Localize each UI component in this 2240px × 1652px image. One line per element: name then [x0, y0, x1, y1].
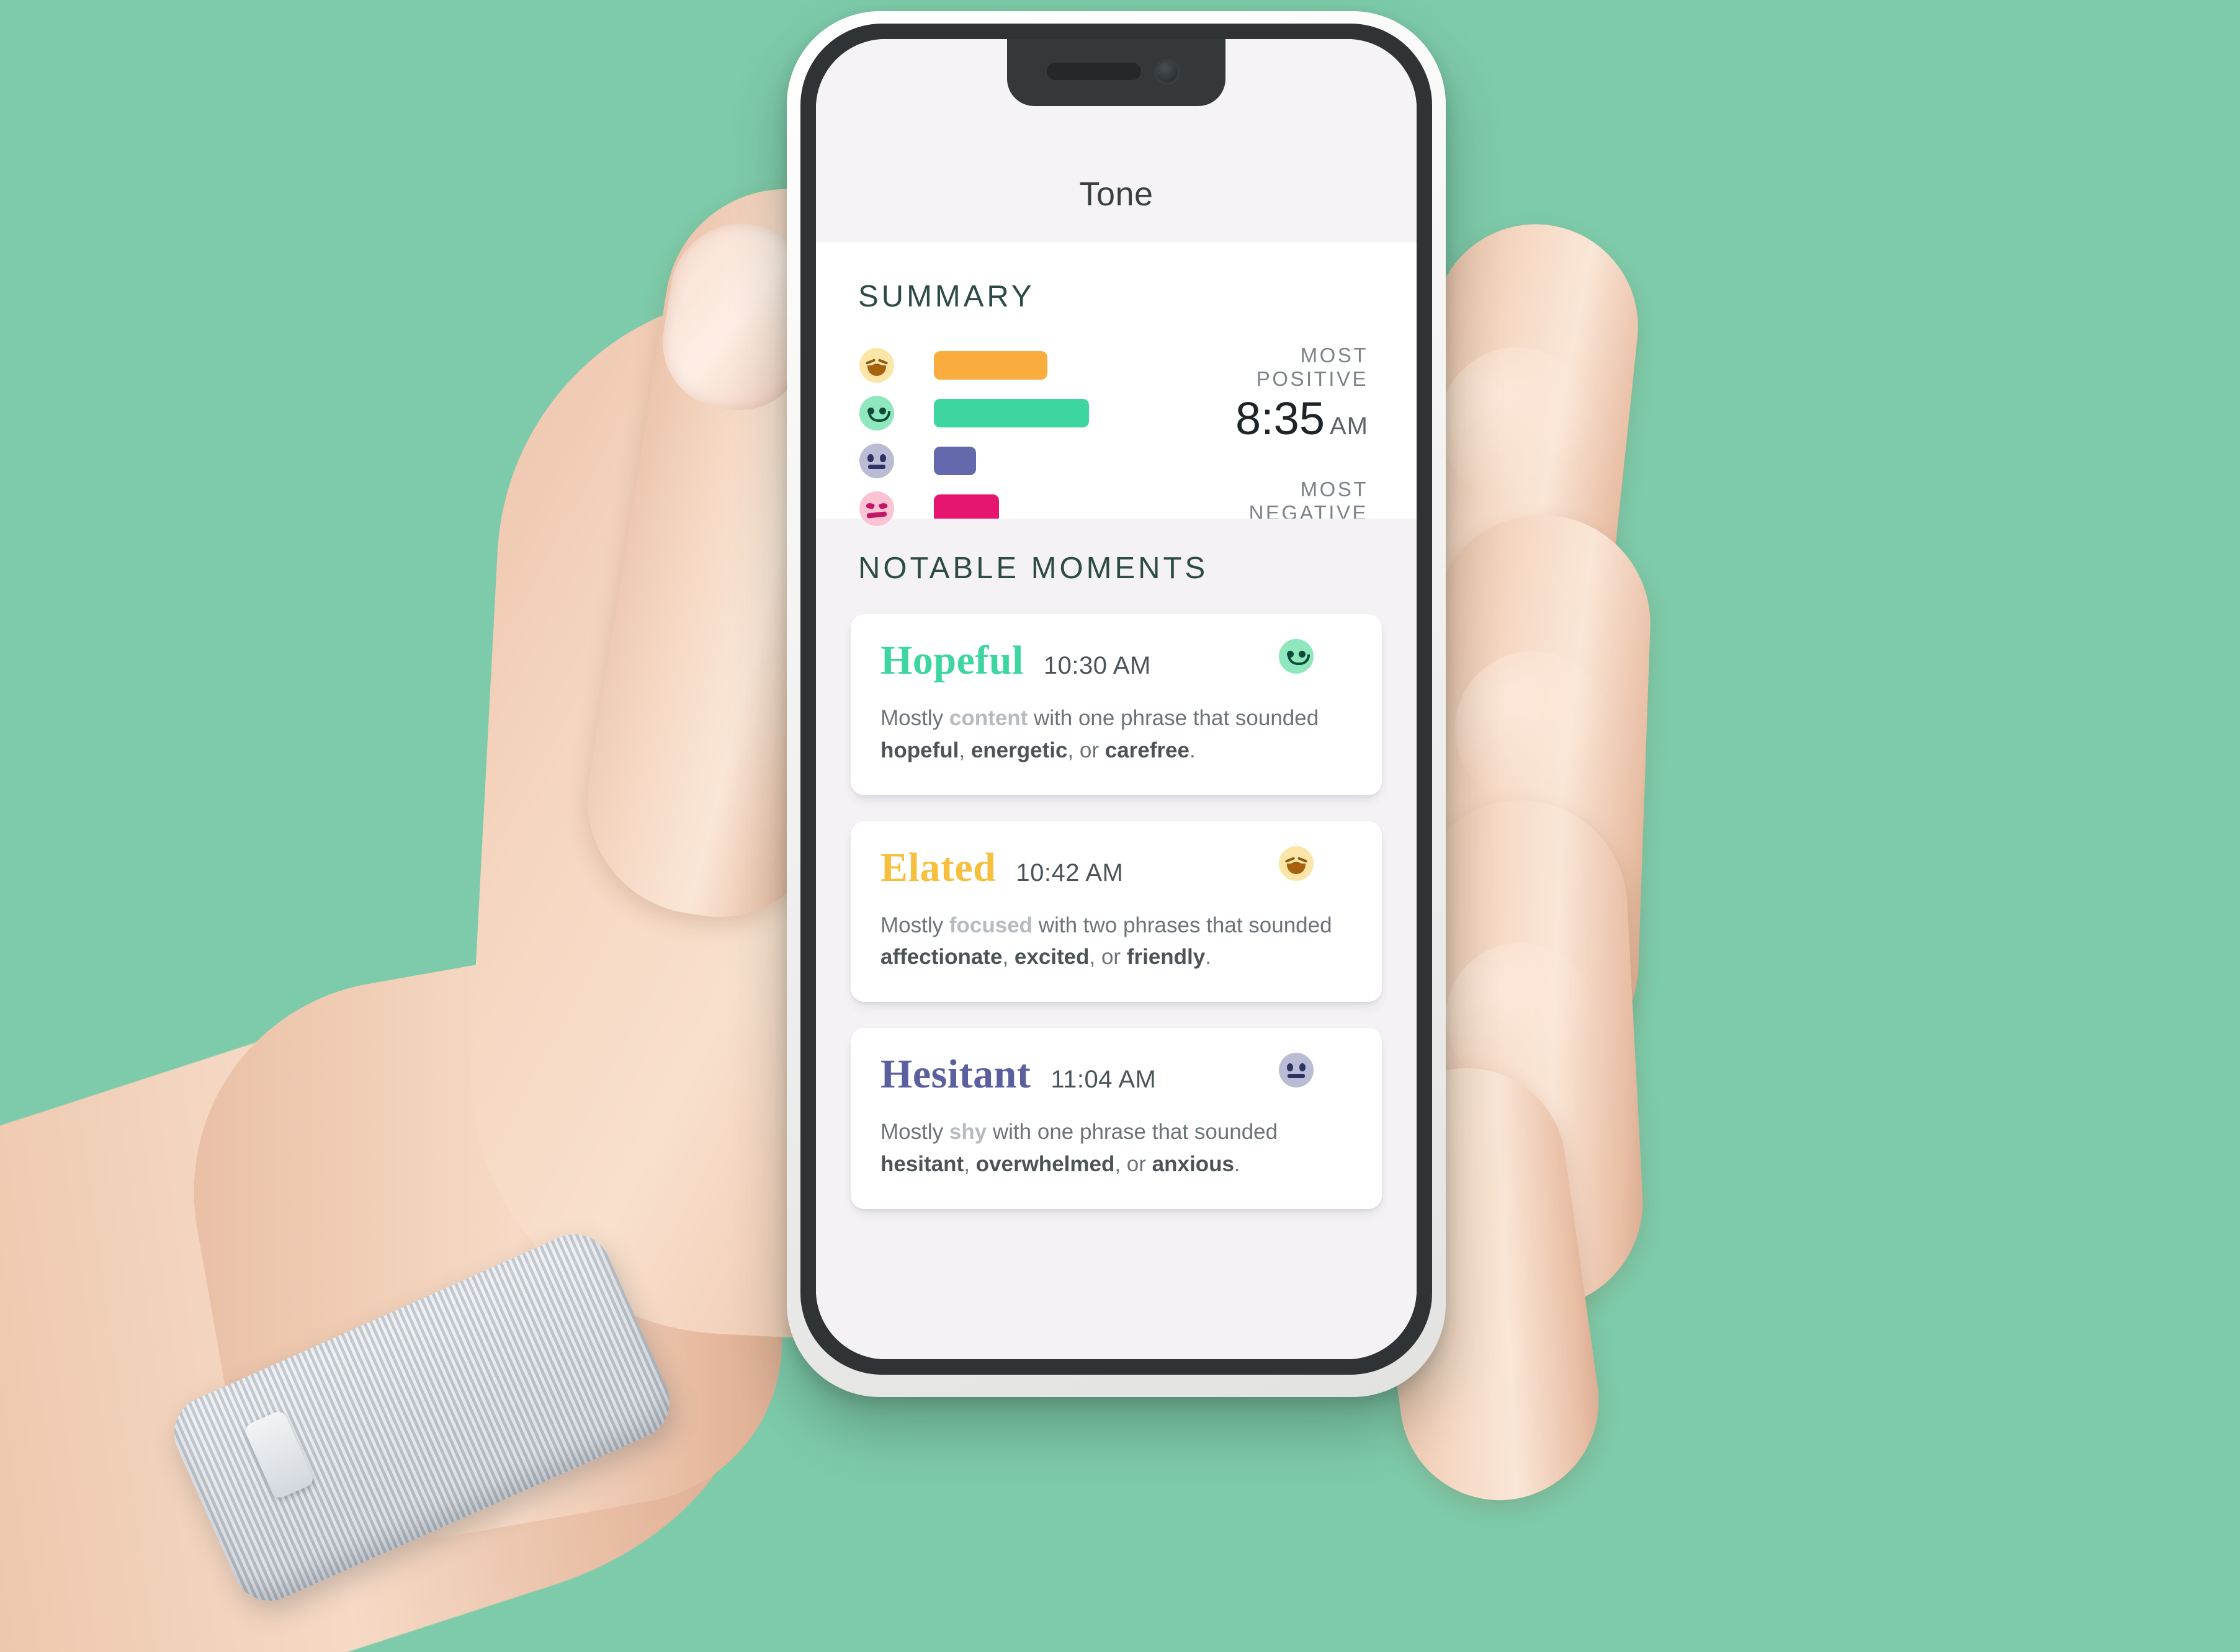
earpiece-speaker-icon [1047, 63, 1141, 80]
mood-row-elated [859, 341, 1213, 389]
moment-card-elated[interactable]: Elated 10:42 AM Mostly focused with two … [851, 821, 1382, 1002]
moment-time: 10:42 AM [1016, 859, 1124, 886]
mood-row-content [859, 389, 1213, 437]
desc-word-3: carefree [1104, 738, 1189, 762]
knuckle-highlight [1440, 347, 1595, 502]
notable-moments-list[interactable]: Hopeful 10:30 AM Mostly content with one… [816, 586, 1417, 1209]
mood-bar-content [934, 398, 1089, 427]
moment-description: Mostly content with one phrase that soun… [880, 702, 1352, 767]
desc-middle: with one phrase that sounded [1028, 706, 1319, 730]
elated-face-icon [859, 347, 894, 383]
desc-middle: with two phrases that sounded [1033, 913, 1332, 937]
moment-description: Mostly focused with two phrases that sou… [880, 909, 1352, 974]
notable-moments-heading: NOTABLE MOMENTS [858, 551, 1209, 585]
desc-sep-2: , or [1114, 1151, 1152, 1176]
desc-prefix: Mostly [880, 913, 949, 937]
desc-mood-word: content [949, 706, 1028, 730]
desc-word-3: anxious [1152, 1151, 1234, 1176]
mood-row-neutral [859, 437, 1213, 484]
summary-heading: SUMMARY [858, 280, 1035, 313]
most-positive-meridiem: AM [1330, 413, 1368, 440]
phone-notch [1007, 39, 1225, 106]
moment-title: Elated [880, 844, 997, 890]
front-camera-icon [1154, 59, 1180, 85]
desc-sep-2: , or [1089, 945, 1127, 970]
desc-sep-1: , [964, 1151, 976, 1176]
desc-word-1: hesitant [880, 1151, 964, 1176]
moment-card-hesitant[interactable]: Hesitant 11:04 AM Mostly shy with one ph… [851, 1028, 1382, 1209]
phone-device: Tone SUMMARY MOST POSITIVE 8:35 AM MOST … [787, 11, 1446, 1397]
mood-bar-neutral [934, 446, 976, 475]
content-face-icon [859, 395, 894, 431]
desc-sep-1: , [1002, 945, 1015, 970]
neutral-face-icon [1279, 1053, 1314, 1088]
desc-middle: with one phrase that sounded [987, 1120, 1278, 1145]
desc-word-2: energetic [970, 738, 1068, 762]
most-positive-stat: MOST POSITIVE 8:35 AM [1213, 344, 1368, 443]
notable-moments-section: NOTABLE MOMENTS Hopeful 10:30 AM Mostly … [816, 519, 1417, 1359]
mood-bar-elated [934, 350, 1047, 380]
moment-time: 11:04 AM [1051, 1066, 1157, 1094]
desc-prefix: Mostly [880, 706, 949, 730]
moment-time: 10:30 AM [1043, 652, 1151, 679]
desc-sep-2: , or [1067, 738, 1105, 762]
knuckle-highlight [1455, 651, 1610, 806]
desc-word-1: hopeful [880, 738, 959, 762]
most-positive-value: 8:35 AM [1213, 395, 1368, 443]
desc-end: . [1234, 1151, 1240, 1176]
content-face-icon [1279, 639, 1314, 674]
desc-prefix: Mostly [880, 1120, 949, 1145]
moment-description: Mostly shy with one phrase that sounded … [880, 1116, 1352, 1181]
knuckle-highlight [1446, 943, 1595, 1092]
desc-end: . [1189, 738, 1196, 762]
most-positive-time: 8:35 [1235, 393, 1325, 444]
desc-end: . [1205, 945, 1211, 970]
desc-word-1: affectionate [880, 945, 1003, 970]
upset-face-icon [859, 491, 894, 526]
neutral-face-icon [859, 443, 894, 478]
phone-bezel: Tone SUMMARY MOST POSITIVE 8:35 AM MOST … [800, 24, 1432, 1375]
elated-face-icon [1279, 846, 1314, 881]
desc-sep-1: , [959, 738, 971, 762]
desc-word-2: overwhelmed [975, 1151, 1115, 1176]
desc-mood-word: focused [949, 913, 1033, 937]
desc-mood-word: shy [949, 1120, 987, 1145]
desc-word-3: friendly [1126, 945, 1206, 970]
tone-app: Tone SUMMARY MOST POSITIVE 8:35 AM MOST … [816, 39, 1417, 1359]
summary-section: SUMMARY MOST POSITIVE 8:35 AM MOST NEGAT… [816, 242, 1417, 576]
summary-body: MOST POSITIVE 8:35AM MOST NEGATIVE 2:48P… [816, 314, 1417, 576]
most-negative-label: MOST NEGATIVE [1248, 477, 1368, 524]
phone-screen[interactable]: Tone SUMMARY MOST POSITIVE 8:35 AM MOST … [816, 39, 1417, 1359]
page-title: Tone [1079, 176, 1154, 213]
moment-card-hopeful[interactable]: Hopeful 10:30 AM Mostly content with one… [851, 614, 1382, 795]
moment-title: Hesitant [880, 1051, 1031, 1097]
desc-word-2: excited [1014, 945, 1090, 970]
mood-distribution-chart [816, 341, 1213, 532]
moment-title: Hopeful [880, 638, 1024, 683]
most-positive-label: MOST POSITIVE [1256, 344, 1368, 390]
